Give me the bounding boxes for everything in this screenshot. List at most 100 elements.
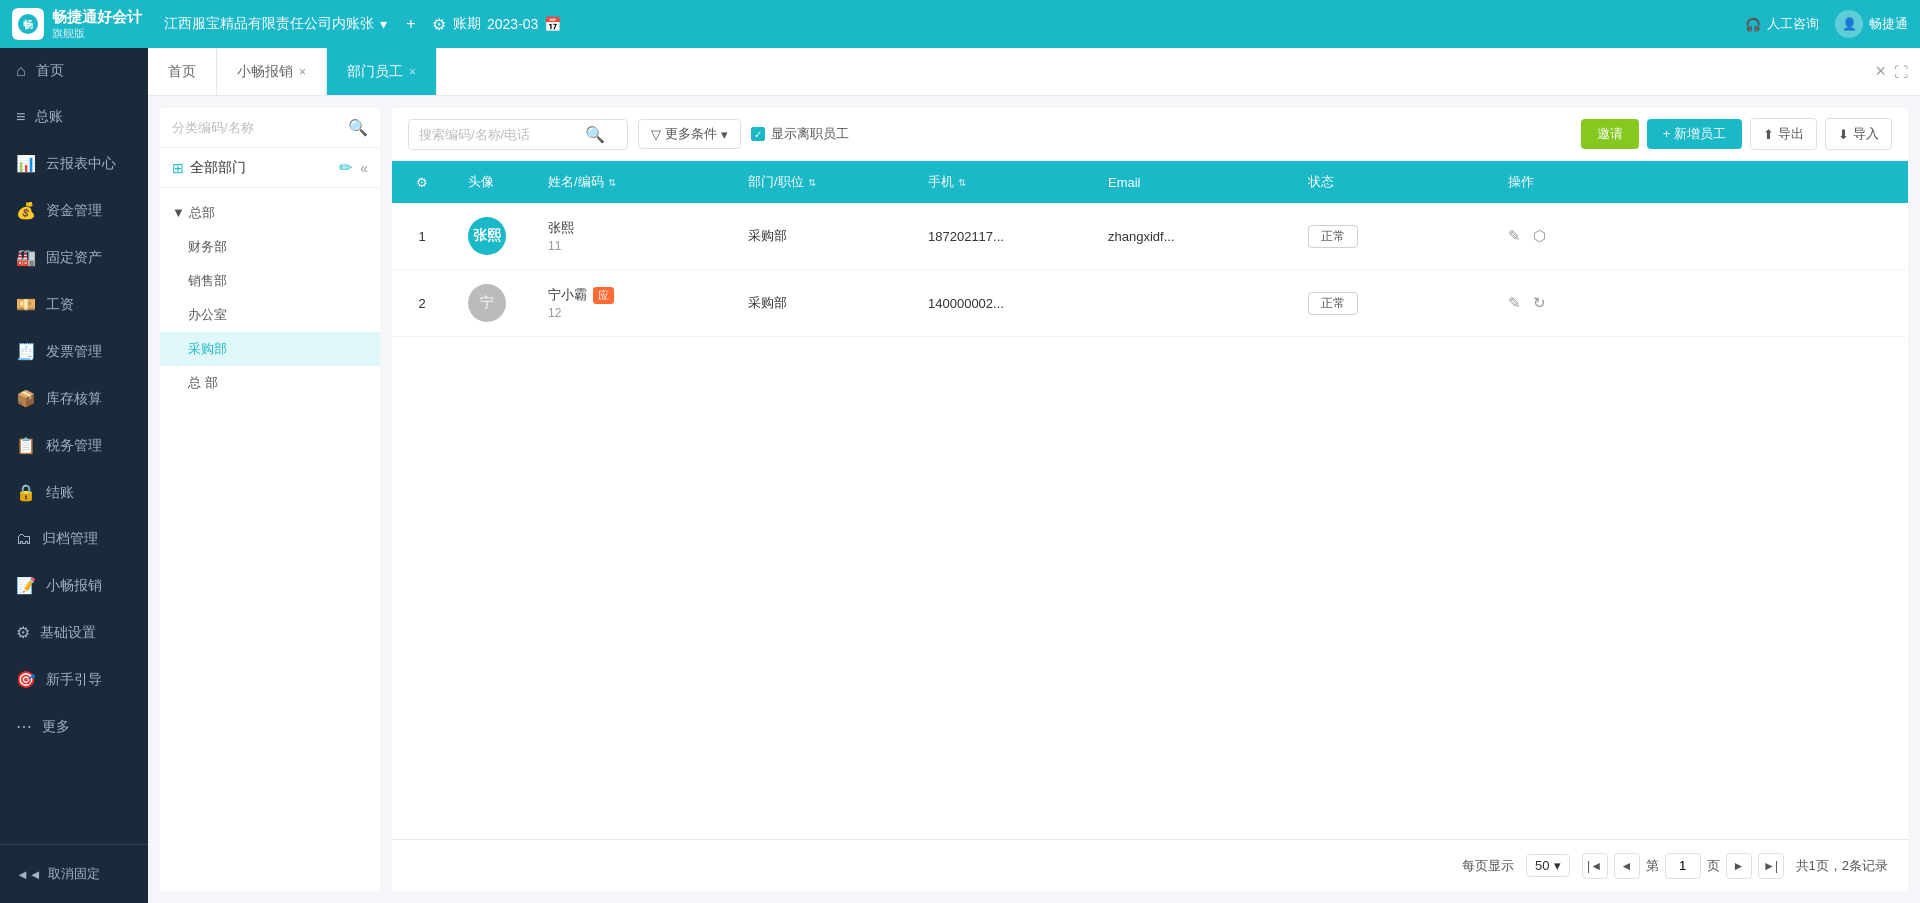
sidebar-item-salary[interactable]: 💴 工资 (0, 281, 148, 328)
edit-dept-icon[interactable]: ✏ (339, 158, 352, 177)
tab-expand-icon[interactable]: ⛶ (1894, 64, 1908, 80)
headset-icon: 🎧 (1745, 17, 1761, 32)
avatar-ning: 宁 (468, 284, 506, 322)
salary-icon: 💴 (16, 295, 36, 314)
support-button[interactable]: 🎧 人工咨询 (1745, 15, 1819, 33)
resigned-checkbox[interactable] (751, 127, 765, 141)
tab-expense-label: 小畅报销 (237, 63, 293, 81)
sidebar-item-inventory[interactable]: 📦 库存核算 (0, 375, 148, 422)
sidebar-item-expense[interactable]: 📝 小畅报销 (0, 562, 148, 609)
login-employee-icon[interactable]: ⬡ (1533, 227, 1546, 245)
sidebar-item-invoice[interactable]: 🧾 发票管理 (0, 328, 148, 375)
sidebar-item-label: 发票管理 (46, 343, 102, 361)
page-prev-button[interactable]: ◄ (1614, 853, 1640, 879)
collapse-dept-icon[interactable]: « (360, 160, 368, 176)
tab-expense[interactable]: 小畅报销 × (217, 48, 327, 95)
add-button[interactable]: + (397, 10, 425, 38)
department-tree: ▼ 总部 财务部 销售部 办公室 采购部 (160, 188, 380, 891)
calendar-icon: 📅 (544, 16, 561, 32)
search-input[interactable] (419, 127, 579, 142)
row1-phone: 187202117... (912, 203, 1092, 270)
edit-employee2-icon[interactable]: ✎ (1508, 294, 1521, 312)
import-button[interactable]: ⬇ 导入 (1825, 118, 1892, 150)
reports-icon: 📊 (16, 154, 36, 173)
add-employee-button[interactable]: + 新增员工 (1647, 119, 1742, 149)
company-selector[interactable]: 江西服宝精品有限责任公司内账张 ▾ (164, 15, 387, 33)
filter-icon: ▽ (651, 127, 661, 142)
search-icon[interactable]: 🔍 (585, 125, 605, 144)
settings-icon[interactable]: ⚙ (425, 10, 453, 38)
dept-node-sales[interactable]: 销售部 (160, 264, 380, 298)
row2-name: 宁小霸 应 12 (532, 270, 732, 337)
dept-node-purchase[interactable]: 采购部 (160, 332, 380, 366)
phone-sort-icon: ⇅ (958, 177, 966, 188)
dept-node-hq[interactable]: ▼ 总部 (160, 196, 380, 230)
period-selector[interactable]: 账期 2023-03 📅 (453, 15, 561, 33)
grid-icon: ⊞ (172, 160, 184, 176)
content-area: 首页 小畅报销 × 部门员工 × × ⛶ 🔍 (148, 48, 1920, 903)
sidebar-item-assets[interactable]: 🏭 固定资产 (0, 234, 148, 281)
export-button[interactable]: ⬆ 导出 (1750, 118, 1817, 150)
sidebar-item-reports[interactable]: 📊 云报表中心 (0, 140, 148, 187)
edit-employee-icon[interactable]: ✎ (1508, 227, 1521, 245)
row1-actions: ✎ ⬡ (1492, 203, 1908, 270)
show-resigned-toggle[interactable]: 显示离职员工 (751, 125, 849, 143)
col-dept[interactable]: 部门/职位 ⇅ (732, 161, 912, 203)
sidebar-item-close[interactable]: 🔒 结账 (0, 469, 148, 516)
user-menu[interactable]: 👤 畅捷通 (1835, 10, 1908, 38)
dropdown-icon: ▾ (380, 16, 387, 32)
sidebar-item-funds[interactable]: 💰 资金管理 (0, 187, 148, 234)
dept-node-finance[interactable]: 财务部 (160, 230, 380, 264)
logo-area: 畅 畅捷通好会计 旗舰版 (12, 8, 160, 41)
refresh-employee2-icon[interactable]: ↻ (1533, 294, 1546, 312)
sidebar-item-tax[interactable]: 📋 税务管理 (0, 422, 148, 469)
tax-icon: 📋 (16, 436, 36, 455)
sidebar-item-archive[interactable]: 🗂 归档管理 (0, 516, 148, 562)
page-first-button[interactable]: |◄ (1582, 853, 1608, 879)
sidebar-item-label: 总账 (35, 108, 63, 126)
page-number-input[interactable] (1665, 853, 1701, 879)
dept-node-office[interactable]: 办公室 (160, 298, 380, 332)
invite-button[interactable]: 邀请 (1581, 119, 1639, 149)
cancel-pin-button[interactable]: ◄◄ 取消固定 (0, 855, 148, 893)
tab-employees-close[interactable]: × (409, 65, 416, 79)
dept-search-icon[interactable]: 🔍 (348, 118, 368, 137)
expense-icon: 📝 (16, 576, 36, 595)
sidebar-item-home[interactable]: ⌂ 首页 (0, 48, 148, 94)
tab-employees[interactable]: 部门员工 × (327, 48, 437, 95)
col-phone[interactable]: 手机 ⇅ (912, 161, 1092, 203)
ying-tag: 应 (593, 287, 614, 304)
sidebar-item-more[interactable]: ⋯ 更多 (0, 703, 148, 750)
dept-node-hq2[interactable]: 总 部 (160, 366, 380, 400)
filter-chevron-icon: ▾ (721, 127, 728, 142)
col-actions: 操作 (1492, 161, 1908, 203)
sidebar-item-label: 工资 (46, 296, 74, 314)
filter-button[interactable]: ▽ 更多条件 ▾ (638, 119, 741, 149)
dept-search-area: 🔍 (160, 108, 380, 148)
total-info: 共1页，2条记录 (1796, 857, 1888, 875)
tab-expense-close[interactable]: × (299, 65, 306, 79)
page-last-button[interactable]: ►| (1758, 853, 1784, 879)
tab-minimize-icon[interactable]: × (1875, 61, 1886, 82)
row2-no: 2 (392, 270, 452, 337)
invoice-icon: 🧾 (16, 342, 36, 361)
col-settings[interactable]: ⚙ (392, 161, 452, 203)
row2-phone: 140000002... (912, 270, 1092, 337)
sidebar-item-guide[interactable]: 🎯 新手引导 (0, 656, 148, 703)
toolbar-right: 邀请 + 新增员工 ⬆ 导出 ⬇ 导入 (1581, 118, 1892, 150)
page-di-label: 第 (1646, 857, 1659, 875)
archive-icon: 🗂 (16, 530, 32, 548)
page-next-button[interactable]: ► (1726, 853, 1752, 879)
per-page-select[interactable]: 50 ▾ (1526, 854, 1569, 877)
sidebar-item-settings[interactable]: ⚙ 基础设置 (0, 609, 148, 656)
sidebar-item-label: 资金管理 (46, 202, 102, 220)
avatar-zhang: 张熙 (468, 217, 506, 255)
tab-home[interactable]: 首页 (148, 48, 217, 95)
header-actions: 🎧 人工咨询 👤 畅捷通 (1745, 10, 1908, 38)
sidebar-item-ledger[interactable]: ≡ 总账 (0, 94, 148, 140)
table-row: 1 张熙 张熙 11 (392, 203, 1908, 270)
app-name: 畅捷通好会计 (52, 8, 142, 26)
close-accounts-icon: 🔒 (16, 483, 36, 502)
dept-search-input[interactable] (172, 120, 342, 135)
col-name[interactable]: 姓名/编码 ⇅ (532, 161, 732, 203)
